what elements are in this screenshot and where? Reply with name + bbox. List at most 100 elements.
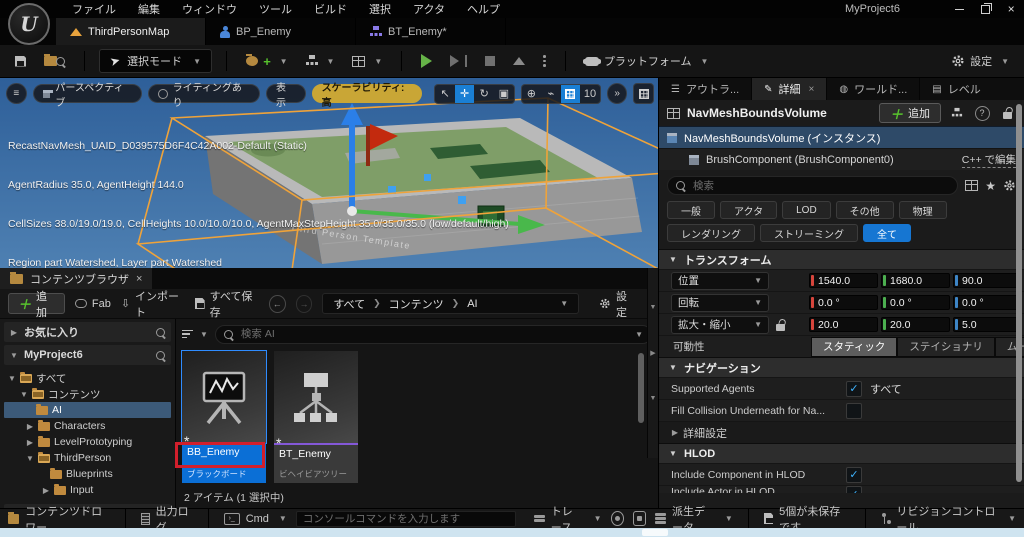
stop-button[interactable] bbox=[480, 53, 500, 69]
fill-collision-checkbox[interactable] bbox=[846, 402, 862, 419]
mobility-static-button[interactable]: スタティック bbox=[811, 336, 898, 357]
collapsed-panel-strip[interactable]: ▼ ▶ ▼ bbox=[647, 268, 658, 458]
breadcrumb-ai[interactable]: AI bbox=[467, 298, 477, 310]
blueprints-button[interactable]: ▼ bbox=[301, 52, 340, 70]
tree-item-levelprototyping[interactable]: ▶ LevelPrototyping bbox=[4, 434, 171, 450]
location-z-field[interactable]: 90.0 bbox=[953, 273, 1022, 288]
grid-snap-button[interactable] bbox=[560, 84, 581, 103]
scalability-badge[interactable]: スケーラビリティ:高 bbox=[311, 83, 423, 109]
add-actor-button[interactable]: + ▼ bbox=[241, 51, 293, 72]
fab-button[interactable]: Fab bbox=[74, 298, 111, 310]
advanced-expander[interactable]: ▶ 詳細設定 bbox=[659, 421, 1024, 443]
tab-thirdpersonmap[interactable]: ThirdPersonMap bbox=[56, 18, 206, 45]
include-actor-checkbox[interactable]: ✓ bbox=[846, 486, 862, 493]
perspective-button[interactable]: パースペクティブ bbox=[32, 83, 142, 109]
add-asset-button[interactable]: ＋ 追加 bbox=[8, 291, 65, 319]
project-header[interactable]: ▼ MyProject6 bbox=[4, 345, 171, 365]
tab-bt-enemy[interactable]: BT_Enemy* bbox=[356, 18, 506, 45]
breadcrumb-all[interactable]: すべて bbox=[333, 296, 365, 312]
chip-all[interactable]: 全て bbox=[863, 224, 911, 242]
play-button[interactable] bbox=[416, 51, 437, 71]
cinematics-button[interactable]: ▼ bbox=[347, 53, 387, 70]
menu-tools[interactable]: ツール bbox=[259, 1, 292, 17]
scale-z-field[interactable]: 5.0 bbox=[953, 317, 1022, 332]
include-component-checkbox[interactable]: ✓ bbox=[846, 466, 862, 483]
level-viewport[interactable]: Third Person Template ≡ パースペクティブ ライティングあ… bbox=[0, 78, 658, 268]
more-tools-button[interactable]: » bbox=[606, 83, 628, 104]
tree-item-thirdperson[interactable]: ▼ ThirdPerson bbox=[4, 450, 171, 466]
gear-icon[interactable] bbox=[1003, 179, 1016, 192]
cb-settings-button[interactable]: 設定 bbox=[599, 288, 636, 320]
forward-button[interactable]: → bbox=[295, 294, 313, 313]
chip-lod[interactable]: LOD bbox=[782, 201, 831, 219]
scale-y-field[interactable]: 20.0 bbox=[881, 317, 950, 332]
chip-streaming[interactable]: ストリーミング bbox=[760, 224, 858, 242]
menu-file[interactable]: ファイル bbox=[72, 1, 116, 17]
close-tab-icon[interactable]: × bbox=[136, 273, 142, 285]
section-transform[interactable]: ▼ トランスフォーム bbox=[659, 249, 1024, 269]
tree-item-characters[interactable]: ▶ Characters bbox=[4, 418, 171, 434]
breadcrumb[interactable]: すべて ❯ コンテンツ ❯ AI ▼ bbox=[322, 293, 580, 314]
menu-build[interactable]: ビルド bbox=[314, 1, 347, 17]
tree-item-ai[interactable]: AI bbox=[4, 402, 171, 418]
component-row-instance[interactable]: NavMeshBoundsVolume (インスタンス) bbox=[659, 126, 1024, 148]
breadcrumb-content[interactable]: コンテンツ bbox=[389, 296, 444, 312]
blueprint-script-button[interactable] bbox=[948, 105, 966, 121]
asset-view-scrollbar[interactable] bbox=[638, 353, 644, 423]
favorites-star-icon[interactable]: ★ bbox=[985, 179, 996, 193]
close-tab-icon[interactable]: × bbox=[809, 84, 815, 95]
insights-icon[interactable] bbox=[610, 511, 624, 526]
import-button[interactable]: ⇩ インポート bbox=[121, 288, 185, 320]
world-coordinate-button[interactable]: ⊕ bbox=[522, 85, 542, 103]
edit-in-cpp-link[interactable]: C++ で編集 bbox=[961, 152, 1016, 168]
save-level-button[interactable] bbox=[10, 53, 31, 70]
asset-search[interactable]: ▼ bbox=[214, 324, 652, 344]
search-icon[interactable] bbox=[156, 327, 165, 337]
section-hlod[interactable]: ▼ HLOD bbox=[659, 443, 1024, 463]
viewport-options-button[interactable]: ≡ bbox=[6, 83, 27, 104]
menu-actor[interactable]: アクタ bbox=[413, 1, 445, 17]
add-component-button[interactable]: ＋ 追加 bbox=[878, 103, 941, 123]
asset-search-input[interactable] bbox=[238, 327, 626, 341]
tree-item-all[interactable]: ▼ すべて bbox=[4, 370, 171, 386]
location-x-field[interactable]: 1540.0 bbox=[809, 273, 878, 288]
scale-x-field[interactable]: 20.0 bbox=[809, 317, 878, 332]
tab-bp-enemy[interactable]: BP_Enemy bbox=[206, 18, 356, 45]
select-tool-button[interactable]: ↖ bbox=[435, 85, 455, 103]
scale-tool-button[interactable]: ▣ bbox=[494, 85, 514, 103]
rotation-dropdown[interactable]: 回転 ▼ bbox=[671, 293, 769, 312]
tab-outliner[interactable]: ☰ アウトラ... bbox=[659, 78, 753, 100]
eject-button[interactable] bbox=[508, 54, 530, 68]
content-browser-button[interactable] bbox=[39, 53, 70, 69]
details-search[interactable] bbox=[667, 176, 959, 195]
show-button[interactable]: 表示 bbox=[266, 83, 306, 109]
save-all-button[interactable]: すべて保存 bbox=[194, 288, 259, 320]
menu-window[interactable]: ウィンドウ bbox=[182, 1, 237, 17]
tree-item-input[interactable]: ▶ Input bbox=[4, 482, 171, 498]
tab-levels[interactable]: ▤ レベル bbox=[920, 78, 992, 100]
asset-card-bb-enemy[interactable]: * BB_Enemy ブラックボード bbox=[175, 350, 267, 483]
cmd-dropdown[interactable]: ›_ Cmd ▼ bbox=[223, 512, 287, 525]
view-mode-button[interactable]: ライティングあり bbox=[147, 83, 260, 109]
rotation-x-field[interactable]: 0.0 ° bbox=[809, 295, 878, 310]
filters-button[interactable]: ▼ bbox=[182, 330, 208, 339]
chip-physics[interactable]: 物理 bbox=[898, 201, 947, 219]
menu-select[interactable]: 選択 bbox=[369, 1, 391, 17]
asset-card-bt-enemy[interactable]: * BT_Enemy ビヘイビアツリー bbox=[274, 351, 358, 483]
platforms-button[interactable]: プラットフォーム ▼ bbox=[580, 50, 714, 72]
favorites-header[interactable]: ▶ お気に入り bbox=[4, 322, 171, 342]
screenshot-icon[interactable] bbox=[632, 511, 647, 526]
settings-button[interactable]: 設定 ▼ bbox=[946, 50, 1014, 72]
tree-item-blueprints[interactable]: Blueprints bbox=[4, 466, 171, 482]
tree-item-content[interactable]: ▼ コンテンツ bbox=[4, 386, 171, 402]
help-button[interactable]: ? bbox=[973, 105, 991, 121]
frame-skip-button[interactable] bbox=[445, 52, 472, 70]
tab-world-settings[interactable]: ◍ ワールド... bbox=[827, 78, 921, 100]
content-browser-tab[interactable]: コンテンツブラウザ × bbox=[0, 268, 153, 289]
restore-button[interactable] bbox=[972, 2, 998, 16]
chip-misc[interactable]: その他 bbox=[835, 201, 894, 219]
menu-help[interactable]: ヘルプ bbox=[467, 1, 500, 17]
play-options-button[interactable] bbox=[538, 52, 551, 70]
tab-details[interactable]: ✎ 詳細 × bbox=[752, 78, 828, 100]
rotate-tool-button[interactable]: ↻ bbox=[474, 85, 494, 103]
